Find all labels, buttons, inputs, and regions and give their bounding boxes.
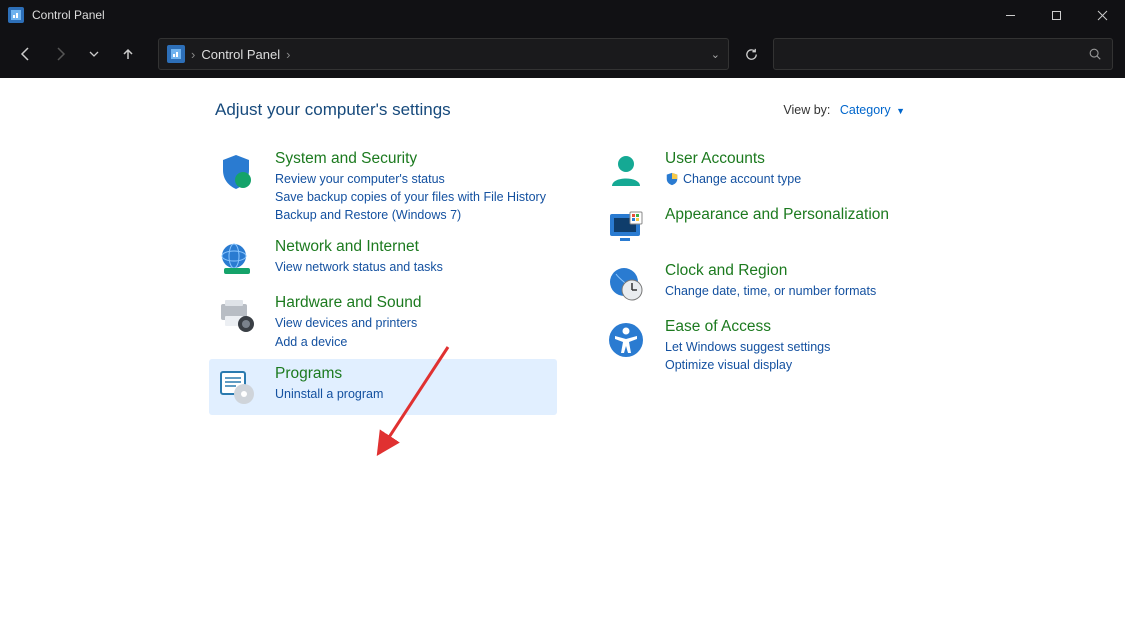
category-programs[interactable]: Programs Uninstall a program xyxy=(209,359,557,415)
view-by-selector[interactable]: View by: Category ▼ xyxy=(783,103,905,117)
address-bar[interactable]: › Control Panel › ⌄ xyxy=(158,38,729,70)
nav-bar: › Control Panel › ⌄ xyxy=(0,30,1125,78)
content-area: Adjust your computer's settings View by:… xyxy=(0,78,1125,415)
back-button[interactable] xyxy=(12,40,40,68)
category-link[interactable]: Add a device xyxy=(275,333,557,351)
category-title[interactable]: Network and Internet xyxy=(275,238,557,256)
category-link[interactable]: Change account type xyxy=(665,170,947,188)
monitor-theme-icon xyxy=(605,206,647,248)
up-button[interactable] xyxy=(114,40,142,68)
window-title: Control Panel xyxy=(32,8,105,22)
maximize-button[interactable] xyxy=(1033,0,1079,30)
search-box[interactable] xyxy=(773,38,1113,70)
accessibility-icon xyxy=(605,318,647,374)
category-title[interactable]: Hardware and Sound xyxy=(275,294,557,312)
category-user-accounts[interactable]: User Accounts Change account type xyxy=(605,144,955,200)
categories-column-left: System and Security Review your computer… xyxy=(215,144,565,415)
category-link[interactable]: Optimize visual display xyxy=(665,356,947,374)
globe-network-icon xyxy=(215,238,257,280)
clock-globe-icon xyxy=(605,262,647,304)
address-history-chevron-icon[interactable]: ⌄ xyxy=(711,48,720,61)
title-bar: Control Panel xyxy=(0,0,1125,30)
breadcrumb-location[interactable]: Control Panel xyxy=(201,47,280,62)
breadcrumb-separator: › xyxy=(191,47,195,62)
category-link[interactable]: Save backup copies of your files with Fi… xyxy=(275,188,557,206)
recent-locations-button[interactable] xyxy=(80,40,108,68)
user-icon xyxy=(605,150,647,192)
category-link[interactable]: Let Windows suggest settings xyxy=(665,338,947,356)
category-network-and-internet[interactable]: Network and Internet View network status… xyxy=(215,232,565,288)
page-heading: Adjust your computer's settings xyxy=(215,100,451,120)
uac-shield-icon xyxy=(665,172,679,186)
breadcrumb-separator: › xyxy=(286,47,290,62)
forward-button[interactable] xyxy=(46,40,74,68)
control-panel-app-icon xyxy=(8,7,24,23)
category-title[interactable]: Appearance and Personalization xyxy=(665,206,947,224)
categories-column-right: User Accounts Change account type xyxy=(605,144,955,415)
control-panel-location-icon xyxy=(167,45,185,63)
view-by-label: View by: xyxy=(783,103,830,117)
close-button[interactable] xyxy=(1079,0,1125,30)
shield-icon xyxy=(215,150,257,224)
minimize-button[interactable] xyxy=(987,0,1033,30)
printer-camera-icon xyxy=(215,294,257,350)
search-icon xyxy=(1088,47,1102,61)
programs-disc-icon xyxy=(215,365,257,407)
view-by-value: Category xyxy=(840,103,891,117)
category-title[interactable]: User Accounts xyxy=(665,150,947,168)
category-link[interactable]: Backup and Restore (Windows 7) xyxy=(275,206,557,224)
category-appearance-and-personalization[interactable]: Appearance and Personalization xyxy=(605,200,955,256)
category-link[interactable]: View network status and tasks xyxy=(275,258,557,276)
category-title[interactable]: System and Security xyxy=(275,150,557,168)
category-link[interactable]: Change date, time, or number formats xyxy=(665,282,947,300)
chevron-down-icon: ▼ xyxy=(896,106,905,116)
category-link[interactable]: View devices and printers xyxy=(275,314,557,332)
category-hardware-and-sound[interactable]: Hardware and Sound View devices and prin… xyxy=(215,288,565,358)
category-link[interactable]: Uninstall a program xyxy=(275,385,549,403)
category-system-and-security[interactable]: System and Security Review your computer… xyxy=(215,144,565,232)
category-link[interactable]: Review your computer's status xyxy=(275,170,557,188)
category-title[interactable]: Programs xyxy=(275,365,549,383)
category-title[interactable]: Ease of Access xyxy=(665,318,947,336)
category-ease-of-access[interactable]: Ease of Access Let Windows suggest setti… xyxy=(605,312,955,382)
category-clock-and-region[interactable]: Clock and Region Change date, time, or n… xyxy=(605,256,955,312)
category-title[interactable]: Clock and Region xyxy=(665,262,947,280)
refresh-button[interactable] xyxy=(735,38,767,70)
